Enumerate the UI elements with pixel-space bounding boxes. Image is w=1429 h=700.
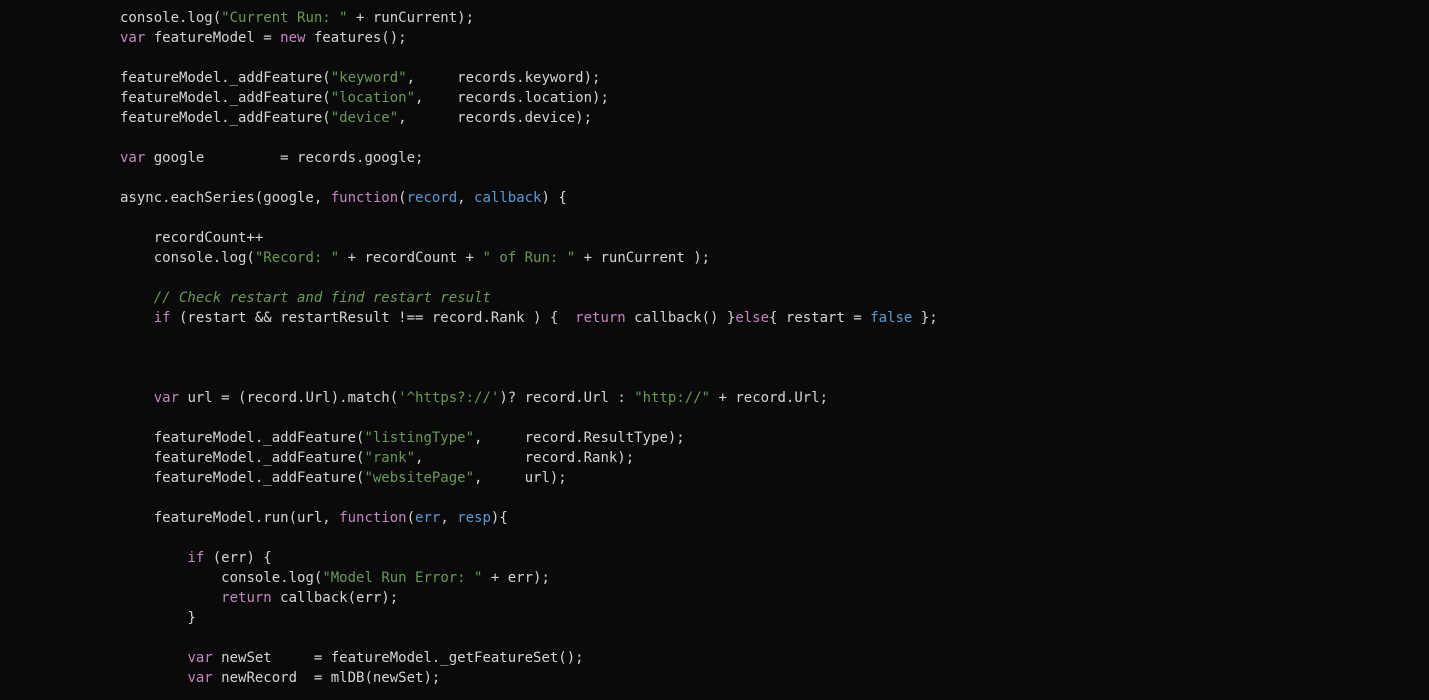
code-line: console.log("Current Run: " + runCurrent… xyxy=(120,8,1429,28)
code-line: var newSet = featureModel._getFeatureSet… xyxy=(120,648,1429,668)
code-line: var featureModel = new features(); xyxy=(120,28,1429,48)
code-line: console.log("Model Run Error: " + err); xyxy=(120,568,1429,588)
code-line: featureModel._addFeature("rank", record.… xyxy=(120,448,1429,468)
code-line: async.eachSeries(google, function(record… xyxy=(120,188,1429,208)
code-line xyxy=(120,168,1429,188)
code-line: var url = (record.Url).match('^https?://… xyxy=(120,388,1429,408)
code-line: featureModel._addFeature("location", rec… xyxy=(120,88,1429,108)
code-line: if (err) { xyxy=(120,548,1429,568)
code-line: // Check restart and find restart result xyxy=(120,288,1429,308)
code-line xyxy=(120,48,1429,68)
code-line: featureModel._addFeature("device", recor… xyxy=(120,108,1429,128)
code-line xyxy=(120,128,1429,148)
code-line xyxy=(120,528,1429,548)
code-line: var google = records.google; xyxy=(120,148,1429,168)
code-line: } xyxy=(120,608,1429,628)
code-line: var newRecord = mlDB(newSet); xyxy=(120,668,1429,688)
code-line: featureModel._addFeature("listingType", … xyxy=(120,428,1429,448)
code-line: recordCount++ xyxy=(120,228,1429,248)
code-line xyxy=(120,348,1429,368)
code-line xyxy=(120,408,1429,428)
code-line: featureModel.run(url, function(err, resp… xyxy=(120,508,1429,528)
code-line xyxy=(120,368,1429,388)
code-line: if (restart && restartResult !== record.… xyxy=(120,308,1429,328)
code-line xyxy=(120,208,1429,228)
code-line xyxy=(120,628,1429,648)
code-line: return callback(err); xyxy=(120,588,1429,608)
code-line xyxy=(120,268,1429,288)
code-line xyxy=(120,488,1429,508)
code-line xyxy=(120,328,1429,348)
code-line: featureModel._addFeature("keyword", reco… xyxy=(120,68,1429,88)
code-line: featureModel._addFeature("websitePage", … xyxy=(120,468,1429,488)
code-line: console.log("Record: " + recordCount + "… xyxy=(120,248,1429,268)
code-editor[interactable]: console.log("Current Run: " + runCurrent… xyxy=(0,0,1429,688)
